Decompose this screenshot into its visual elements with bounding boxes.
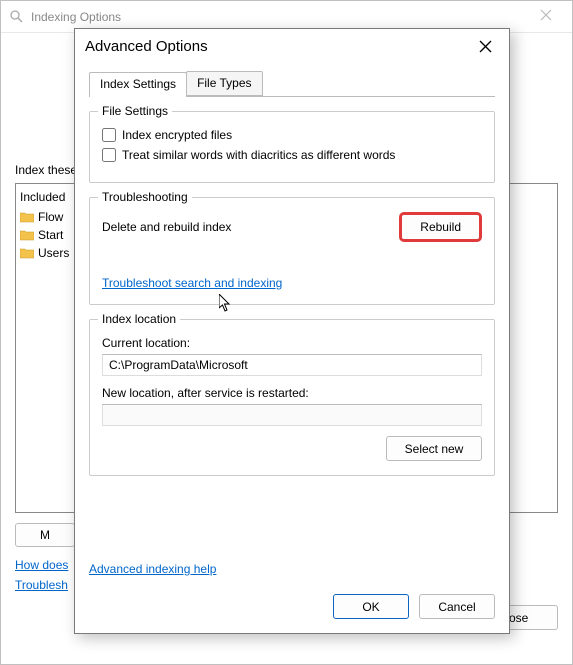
diacritics-label: Treat similar words with diacritics as d… — [122, 148, 395, 162]
modal-titlebar: Advanced Options — [75, 29, 509, 63]
index-encrypted-label: Index encrypted files — [122, 128, 232, 142]
folder-icon — [20, 247, 34, 259]
index-encrypted-row[interactable]: Index encrypted files — [102, 128, 482, 142]
index-location-group: Index location Current location: New loc… — [89, 319, 495, 476]
advanced-indexing-help-link[interactable]: Advanced indexing help — [89, 562, 495, 576]
search-glass-icon — [7, 9, 27, 25]
advanced-options-dialog: Advanced Options Index Settings File Typ… — [74, 28, 510, 634]
file-settings-group: File Settings Index encrypted files Trea… — [89, 111, 495, 183]
modal-title: Advanced Options — [85, 38, 471, 55]
file-settings-legend: File Settings — [98, 104, 172, 118]
index-encrypted-checkbox[interactable] — [102, 128, 116, 142]
new-location-label: New location, after service is restarted… — [102, 386, 482, 400]
diacritics-row[interactable]: Treat similar words with diacritics as d… — [102, 148, 482, 162]
ok-button[interactable]: OK — [333, 594, 409, 619]
rebuild-button[interactable]: Rebuild — [399, 212, 482, 242]
troubleshooting-group: Troubleshooting Delete and rebuild index… — [89, 197, 495, 305]
troubleshoot-link[interactable]: Troublesh — [15, 578, 68, 592]
current-location-field — [102, 354, 482, 376]
select-new-button[interactable]: Select new — [386, 436, 482, 461]
current-location-label: Current location: — [102, 336, 482, 350]
index-location-legend: Index location — [98, 312, 180, 326]
tab-index-settings[interactable]: Index Settings — [89, 72, 187, 97]
delete-rebuild-label: Delete and rebuild index — [102, 220, 231, 234]
modal-body: Index Settings File Types File Settings … — [75, 63, 509, 552]
close-icon[interactable] — [526, 8, 566, 26]
folder-icon — [20, 211, 34, 223]
how-does-link[interactable]: How does — [15, 558, 68, 572]
parent-title: Indexing Options — [27, 10, 526, 24]
list-item-label: Users — [38, 246, 69, 260]
diacritics-checkbox[interactable] — [102, 148, 116, 162]
close-icon[interactable] — [471, 40, 499, 53]
new-location-field — [102, 404, 482, 426]
troubleshoot-search-link[interactable]: Troubleshoot search and indexing — [102, 276, 282, 290]
modify-button[interactable]: M — [15, 523, 75, 547]
modal-footer: Advanced indexing help OK Cancel — [75, 552, 509, 633]
list-item-label: Start — [38, 228, 63, 242]
troubleshooting-legend: Troubleshooting — [98, 190, 192, 204]
folder-icon — [20, 229, 34, 241]
list-item-label: Flow — [38, 210, 63, 224]
tabstrip: Index Settings File Types — [89, 71, 495, 97]
cancel-button[interactable]: Cancel — [419, 594, 495, 619]
tab-file-types[interactable]: File Types — [186, 71, 262, 96]
